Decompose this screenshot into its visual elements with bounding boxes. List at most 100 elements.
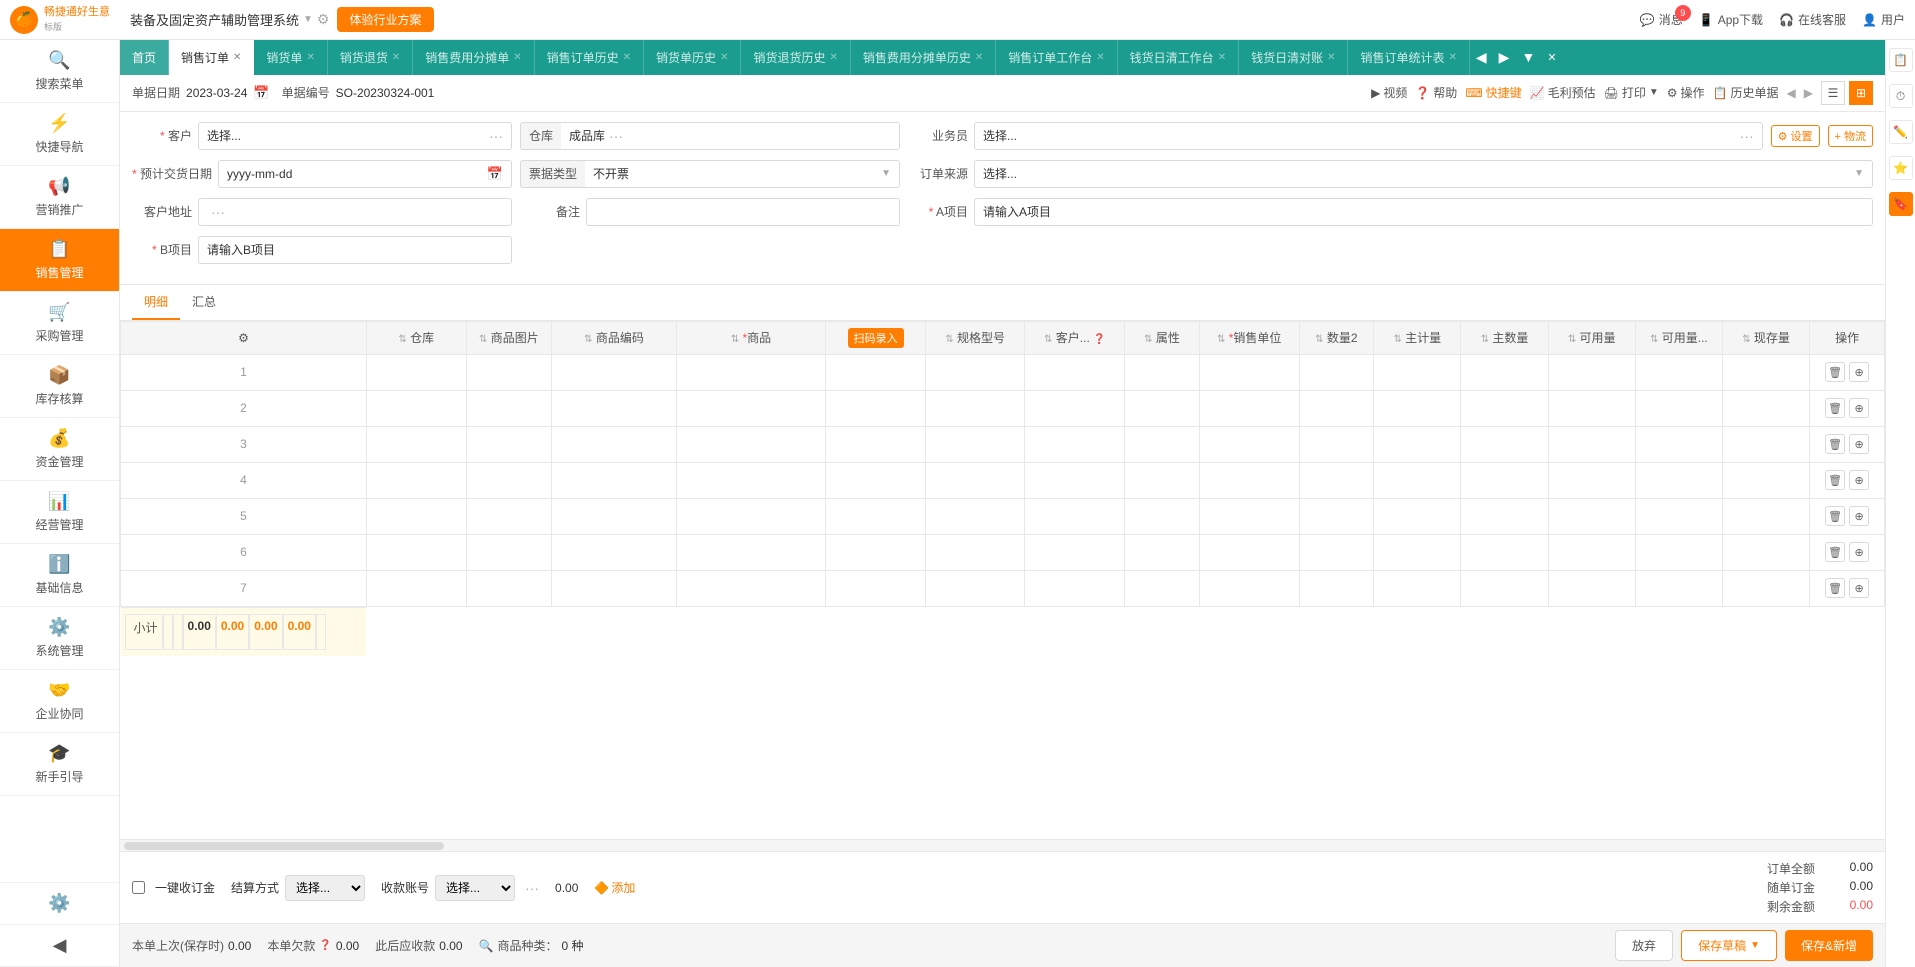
row-mainunit-3[interactable] [1374, 426, 1461, 462]
tab-expense-history[interactable]: 销售费用分摊单历史 ✕ [851, 40, 996, 75]
staff-input[interactable]: 选择... ··· [974, 122, 1763, 150]
help-button[interactable]: ❓ 帮助 [1415, 84, 1457, 101]
order-source-input[interactable]: 选择... ▼ [974, 160, 1873, 188]
row-spec-4[interactable] [925, 462, 1025, 498]
row-delete-7[interactable]: 🗑 [1825, 578, 1845, 598]
tab-sales-return[interactable]: 销货退货 ✕ [328, 40, 413, 75]
row-warehouse-2[interactable] [366, 390, 466, 426]
row-product-2[interactable] [676, 390, 825, 426]
save-new-button[interactable]: 保存&新增 [1785, 930, 1873, 961]
row-qty2-2[interactable] [1299, 390, 1374, 426]
tab-menu-button[interactable]: ▼ [1515, 40, 1541, 75]
payment-method-select[interactable]: 选择... [285, 875, 365, 901]
tab-close-sales-order[interactable]: ✕ [233, 52, 241, 63]
tab-close-cash-workbench[interactable]: ✕ [1218, 52, 1226, 63]
account-select[interactable]: 选择... [435, 875, 515, 901]
row-spec-1[interactable] [925, 354, 1025, 390]
row-code-5[interactable] [552, 498, 677, 534]
right-btn-1[interactable]: 📋 [1889, 48, 1913, 72]
row-attr-1[interactable] [1125, 354, 1200, 390]
row-customer-code-4[interactable] [1025, 462, 1125, 498]
scan-button[interactable]: 扫码录入 [848, 328, 904, 348]
row-warehouse-4[interactable] [366, 462, 466, 498]
row-code-7[interactable] [552, 570, 677, 606]
tab-slip-history[interactable]: 销货单历史 ✕ [644, 40, 741, 75]
col-warehouse[interactable]: ⇅ 仓库 [366, 321, 466, 354]
tab-home[interactable]: 首页 [120, 40, 169, 75]
app-download-button[interactable]: 📱 App下载 [1699, 11, 1763, 28]
row-product-6[interactable] [676, 534, 825, 570]
row-attr-5[interactable] [1125, 498, 1200, 534]
tab-prev-button[interactable]: ◀ [1470, 40, 1493, 75]
row-avail-3[interactable] [1548, 426, 1635, 462]
row-mainunit-6[interactable] [1374, 534, 1461, 570]
warehouse-input[interactable]: 成品库 ··· [561, 122, 900, 150]
row-delete-1[interactable]: 🗑 [1825, 362, 1845, 382]
right-btn-2[interactable]: ⏱ [1889, 84, 1913, 108]
row-copy-2[interactable]: ⊕ [1849, 398, 1869, 418]
tab-cash-reconcile[interactable]: 钱货日清对账 ✕ [1239, 40, 1348, 75]
row-unit-2[interactable] [1199, 390, 1299, 426]
row-attr-4[interactable] [1125, 462, 1200, 498]
row-mainunit-2[interactable] [1374, 390, 1461, 426]
delivery-input[interactable]: yyyy-mm-dd 📅 [218, 160, 512, 188]
tab-close-all-button[interactable]: ✕ [1541, 40, 1562, 75]
row-unit-6[interactable] [1199, 534, 1299, 570]
calendar-icon[interactable]: 📅 [253, 85, 269, 101]
settings-icon[interactable]: ⚙ [317, 11, 330, 28]
row-code-1[interactable] [552, 354, 677, 390]
row-customer-code-2[interactable] [1025, 390, 1125, 426]
message-button[interactable]: 💬 消息 9 [1640, 11, 1683, 28]
prev-record-icon[interactable]: ◀ [1787, 86, 1796, 100]
row-attr-2[interactable] [1125, 390, 1200, 426]
save-draft-button[interactable]: 保存草稿 ▼ [1681, 930, 1777, 961]
row-mainqty-5[interactable] [1461, 498, 1548, 534]
row-spec-5[interactable] [925, 498, 1025, 534]
row-availmore-7[interactable] [1635, 570, 1722, 606]
row-stock-1[interactable] [1722, 354, 1809, 390]
row-stock-3[interactable] [1722, 426, 1809, 462]
row-mainqty-6[interactable] [1461, 534, 1548, 570]
sidebar-item-system[interactable]: ⚙️ 系统管理 [0, 607, 119, 670]
row-qty2-3[interactable] [1299, 426, 1374, 462]
row-mainqty-4[interactable] [1461, 462, 1548, 498]
col-product-img[interactable]: ⇅ 商品图片 [466, 321, 552, 354]
tab-close-expense-history[interactable]: ✕ [975, 52, 983, 63]
col-spec[interactable]: ⇅ 规格型号 [925, 321, 1025, 354]
invoice-input[interactable]: 不开票 ▼ [585, 160, 900, 188]
tab-order-workbench[interactable]: 销售订单工作台 ✕ [996, 40, 1117, 75]
col-settings[interactable]: ⚙ [121, 321, 367, 354]
row-mainqty-3[interactable] [1461, 426, 1548, 462]
row-copy-5[interactable]: ⊕ [1849, 506, 1869, 526]
scroll-bar[interactable] [124, 842, 444, 850]
col-qty2[interactable]: ⇅ 数量2 [1299, 321, 1374, 354]
row-copy-1[interactable]: ⊕ [1849, 362, 1869, 382]
row-copy-3[interactable]: ⊕ [1849, 434, 1869, 454]
row-qty2-4[interactable] [1299, 462, 1374, 498]
row-availmore-1[interactable] [1635, 354, 1722, 390]
row-delete-6[interactable]: 🗑 [1825, 542, 1845, 562]
row-customer-code-6[interactable] [1025, 534, 1125, 570]
tab-close-sales-slip[interactable]: ✕ [306, 52, 314, 63]
row-warehouse-5[interactable] [366, 498, 466, 534]
row-product-7[interactable] [676, 570, 825, 606]
row-mainunit-1[interactable] [1374, 354, 1461, 390]
row-copy-6[interactable]: ⊕ [1849, 542, 1869, 562]
row-stock-2[interactable] [1722, 390, 1809, 426]
row-unit-4[interactable] [1199, 462, 1299, 498]
row-delete-2[interactable]: 🗑 [1825, 398, 1845, 418]
tab-close-order-workbench[interactable]: ✕ [1096, 52, 1104, 63]
row-product-3[interactable] [676, 426, 825, 462]
col-main-qty[interactable]: ⇅ 主数量 [1461, 321, 1548, 354]
tab-close-order-stats[interactable]: ✕ [1449, 52, 1457, 63]
note-input[interactable] [586, 198, 900, 226]
tab-close-expense-split[interactable]: ✕ [513, 52, 521, 63]
sidebar-item-cooperation[interactable]: 🤝 企业协同 [0, 670, 119, 733]
operation-button[interactable]: ⚙ 操作 [1667, 84, 1705, 101]
tab-close-order-history[interactable]: ✕ [623, 52, 631, 63]
card-layout-button[interactable]: ⊞ [1849, 81, 1873, 105]
row-copy-7[interactable]: ⊕ [1849, 578, 1869, 598]
row-delete-3[interactable]: 🗑 [1825, 434, 1845, 454]
row-unit-5[interactable] [1199, 498, 1299, 534]
sidebar-collapse-button[interactable]: ◀ [0, 925, 119, 967]
